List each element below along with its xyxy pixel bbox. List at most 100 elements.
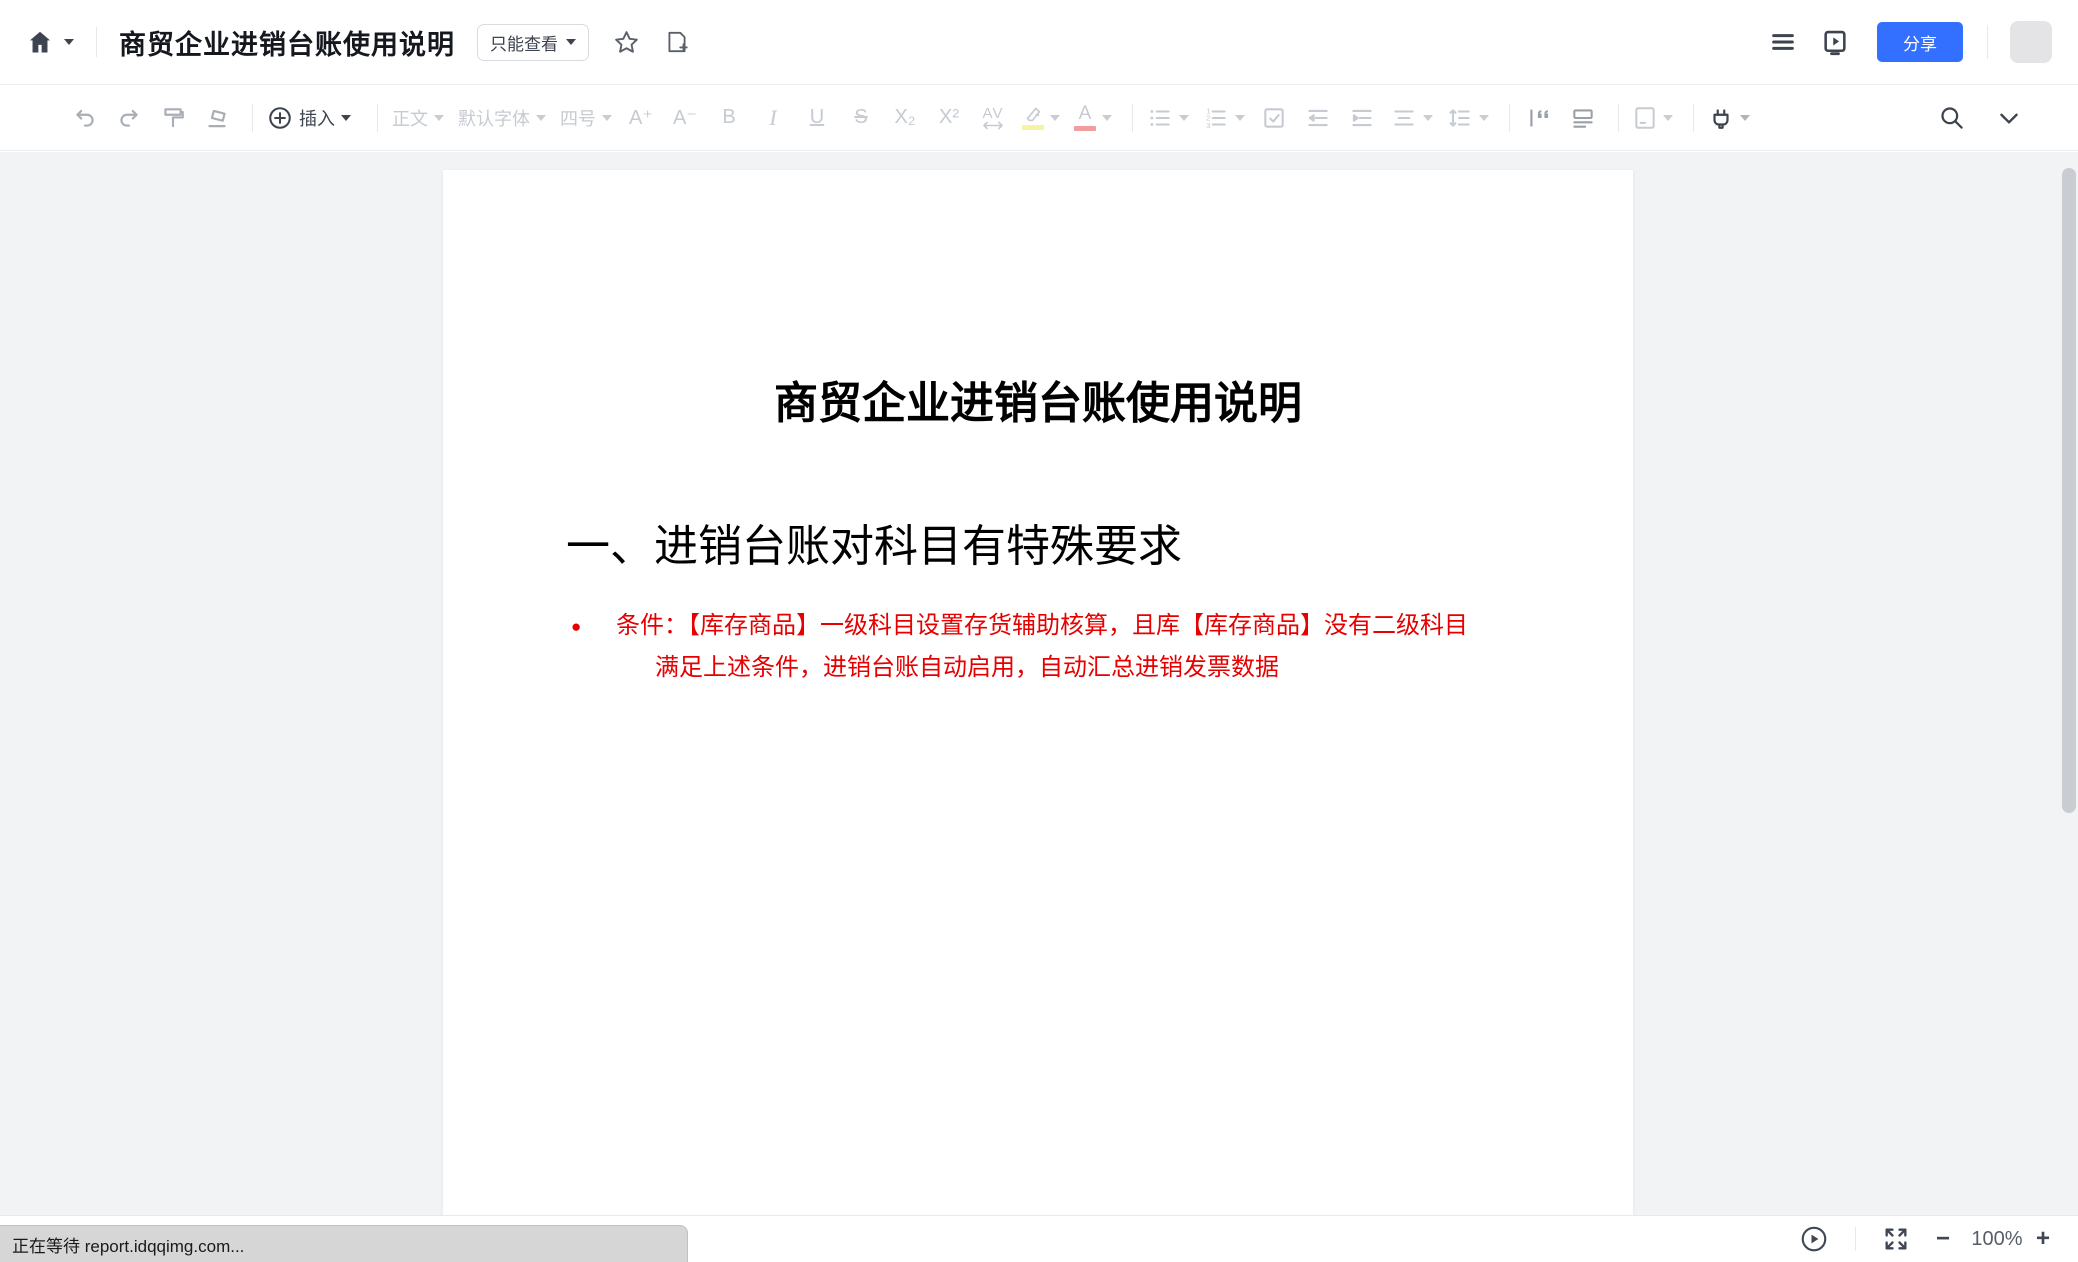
dropdown-caret-icon — [602, 114, 612, 121]
bullet-line-2: 满足上述条件，进销台账自动启用，自动汇总进销发票数据 — [655, 655, 1279, 681]
line-spacing-button[interactable] — [1447, 98, 1489, 138]
search-button[interactable] — [1936, 98, 1966, 138]
font-increase-button[interactable]: A⁺ — [626, 98, 656, 138]
strikethrough-button[interactable]: S — [846, 98, 876, 138]
collapse-toolbar-icon — [2000, 113, 2018, 124]
superscript-button[interactable]: X² — [934, 98, 964, 138]
clear-format-icon[interactable] — [202, 98, 232, 138]
menu-icon[interactable] — [1769, 28, 1797, 56]
zoom-out-button[interactable]: − — [1936, 1227, 1950, 1251]
document-page[interactable]: 商贸企业进销台账使用说明 一、进销台账对科目有特殊要求 ● 条件：【库存商品】一… — [443, 170, 1633, 1215]
header: 商贸企业进销台账使用说明 只能查看 分享 — [0, 0, 2078, 85]
doc-bullet-paragraph: ● 条件：【库存商品】一级科目设置存货辅助核算，且库【库存商品】没有二级科目 满… — [443, 605, 1633, 689]
font-size-select[interactable]: 四号 — [560, 98, 612, 138]
toolbar-separator — [1509, 103, 1510, 132]
permission-caret-icon — [566, 39, 576, 45]
dropdown-caret-icon — [1179, 114, 1189, 121]
header-left: 商贸企业进销台账使用说明 只能查看 — [26, 23, 1745, 62]
highlighter-icon — [1026, 107, 1041, 122]
insert-caret-icon — [341, 114, 351, 121]
checklist-icon — [1264, 107, 1284, 128]
dropdown-caret-icon — [1235, 114, 1245, 121]
char-spacing-button[interactable]: AV — [978, 98, 1008, 138]
header-right-separator — [1987, 25, 1988, 59]
app-window: 商贸企业进销台账使用说明 只能查看 分享 插入 正文 默认字体 四号 A⁺ A⁻… — [0, 0, 2078, 1262]
underline-button[interactable]: U — [802, 98, 832, 138]
font-color-button[interactable]: A — [1074, 98, 1112, 138]
outdent-button[interactable] — [1303, 98, 1333, 138]
dropdown-caret-icon — [1479, 114, 1489, 121]
font-decrease-label: A⁻ — [673, 107, 697, 129]
undo-icon[interactable] — [70, 98, 100, 138]
paragraph-style-label: 正文 — [392, 108, 428, 129]
indent-button[interactable] — [1347, 98, 1377, 138]
present-icon[interactable] — [1821, 28, 1849, 56]
highlight-block-icon — [1573, 108, 1593, 128]
plugin-icon — [1713, 108, 1729, 129]
redo-icon[interactable] — [114, 98, 144, 138]
font-family-select[interactable]: 默认字体 — [458, 98, 546, 138]
plugin-button[interactable] — [1708, 98, 1750, 138]
toolbar-separator — [377, 103, 378, 132]
star-icon[interactable] — [613, 29, 640, 56]
underline-label: U — [809, 106, 825, 128]
highlight-color-button[interactable] — [1022, 98, 1060, 138]
home-button[interactable] — [26, 28, 74, 56]
italic-label: I — [769, 104, 777, 130]
zoom-in-button[interactable]: + — [2036, 1227, 2050, 1251]
play-circle-button[interactable] — [1799, 1224, 1829, 1254]
numbered-list-button[interactable]: 1 2 3 — [1203, 98, 1245, 138]
doc-heading1: 一、进销台账对科目有特殊要求 — [566, 522, 1182, 571]
browser-status-bar: 正在等待 report.idqqimg.com... — [0, 1225, 688, 1262]
home-caret-icon — [64, 39, 74, 45]
dropdown-caret-icon — [536, 114, 546, 121]
document-title: 商贸企业进销台账使用说明 — [119, 29, 455, 60]
new-doc-icon[interactable] — [664, 29, 690, 55]
format-painter-icon[interactable] — [158, 98, 188, 138]
page-setup-icon — [1635, 106, 1655, 129]
font-decrease-button[interactable]: A⁻ — [670, 98, 700, 138]
char-spacing-label: AV — [982, 104, 1004, 122]
highlight-block-button[interactable] — [1568, 98, 1598, 138]
font-family-label: 默认字体 — [458, 108, 530, 129]
fullscreen-button[interactable] — [1882, 1225, 1910, 1253]
font-size-label: 四号 — [560, 108, 596, 129]
search-icon — [1940, 107, 1963, 129]
paragraph-style-select[interactable]: 正文 — [392, 98, 444, 138]
bullet-line-1: 条件：【库存商品】一级科目设置存货辅助核算，且库【库存商品】没有二级科目 — [616, 613, 1468, 639]
quote-button[interactable] — [1524, 98, 1554, 138]
svg-text:3: 3 — [1206, 120, 1210, 129]
bullet-list-icon — [1150, 109, 1170, 126]
permission-badge[interactable]: 只能查看 — [477, 23, 589, 61]
indent-icon — [1352, 109, 1372, 126]
avatar[interactable] — [2010, 21, 2052, 63]
dropdown-caret-icon — [1050, 114, 1060, 121]
toolbar-right — [1936, 98, 2078, 138]
play-circle-icon — [1801, 1226, 1827, 1252]
doc-title: 商贸企业进销台账使用说明 — [774, 379, 1302, 428]
bold-label: B — [722, 106, 736, 128]
align-icon — [1394, 109, 1414, 126]
bullet-list-button[interactable] — [1147, 98, 1189, 138]
subscript-button[interactable]: X₂ — [890, 98, 920, 138]
align-button[interactable] — [1391, 98, 1433, 138]
share-button[interactable]: 分享 — [1877, 22, 1963, 62]
zoom-level: 100% — [1971, 1227, 2023, 1250]
dropdown-caret-icon — [1102, 114, 1112, 121]
permission-badge-label: 只能查看 — [490, 34, 558, 54]
vertical-scrollbar[interactable] — [2062, 168, 2076, 813]
page-setup-button[interactable] — [1633, 98, 1673, 138]
bullet-glyph: ● — [571, 617, 582, 636]
bold-button[interactable]: B — [714, 98, 744, 138]
toolbar-separator — [1618, 103, 1619, 132]
insert-button[interactable]: 插入 — [267, 98, 351, 138]
collapse-toolbar-button[interactable] — [1994, 98, 2024, 138]
strikethrough-label: S — [854, 106, 868, 128]
italic-button[interactable]: I — [758, 98, 788, 138]
dropdown-caret-icon — [1740, 114, 1750, 121]
checklist-button[interactable] — [1259, 98, 1289, 138]
font-color-bar — [1074, 126, 1096, 131]
dropdown-caret-icon — [434, 114, 444, 121]
quote-icon — [1530, 108, 1549, 127]
dropdown-caret-icon — [1423, 114, 1433, 121]
